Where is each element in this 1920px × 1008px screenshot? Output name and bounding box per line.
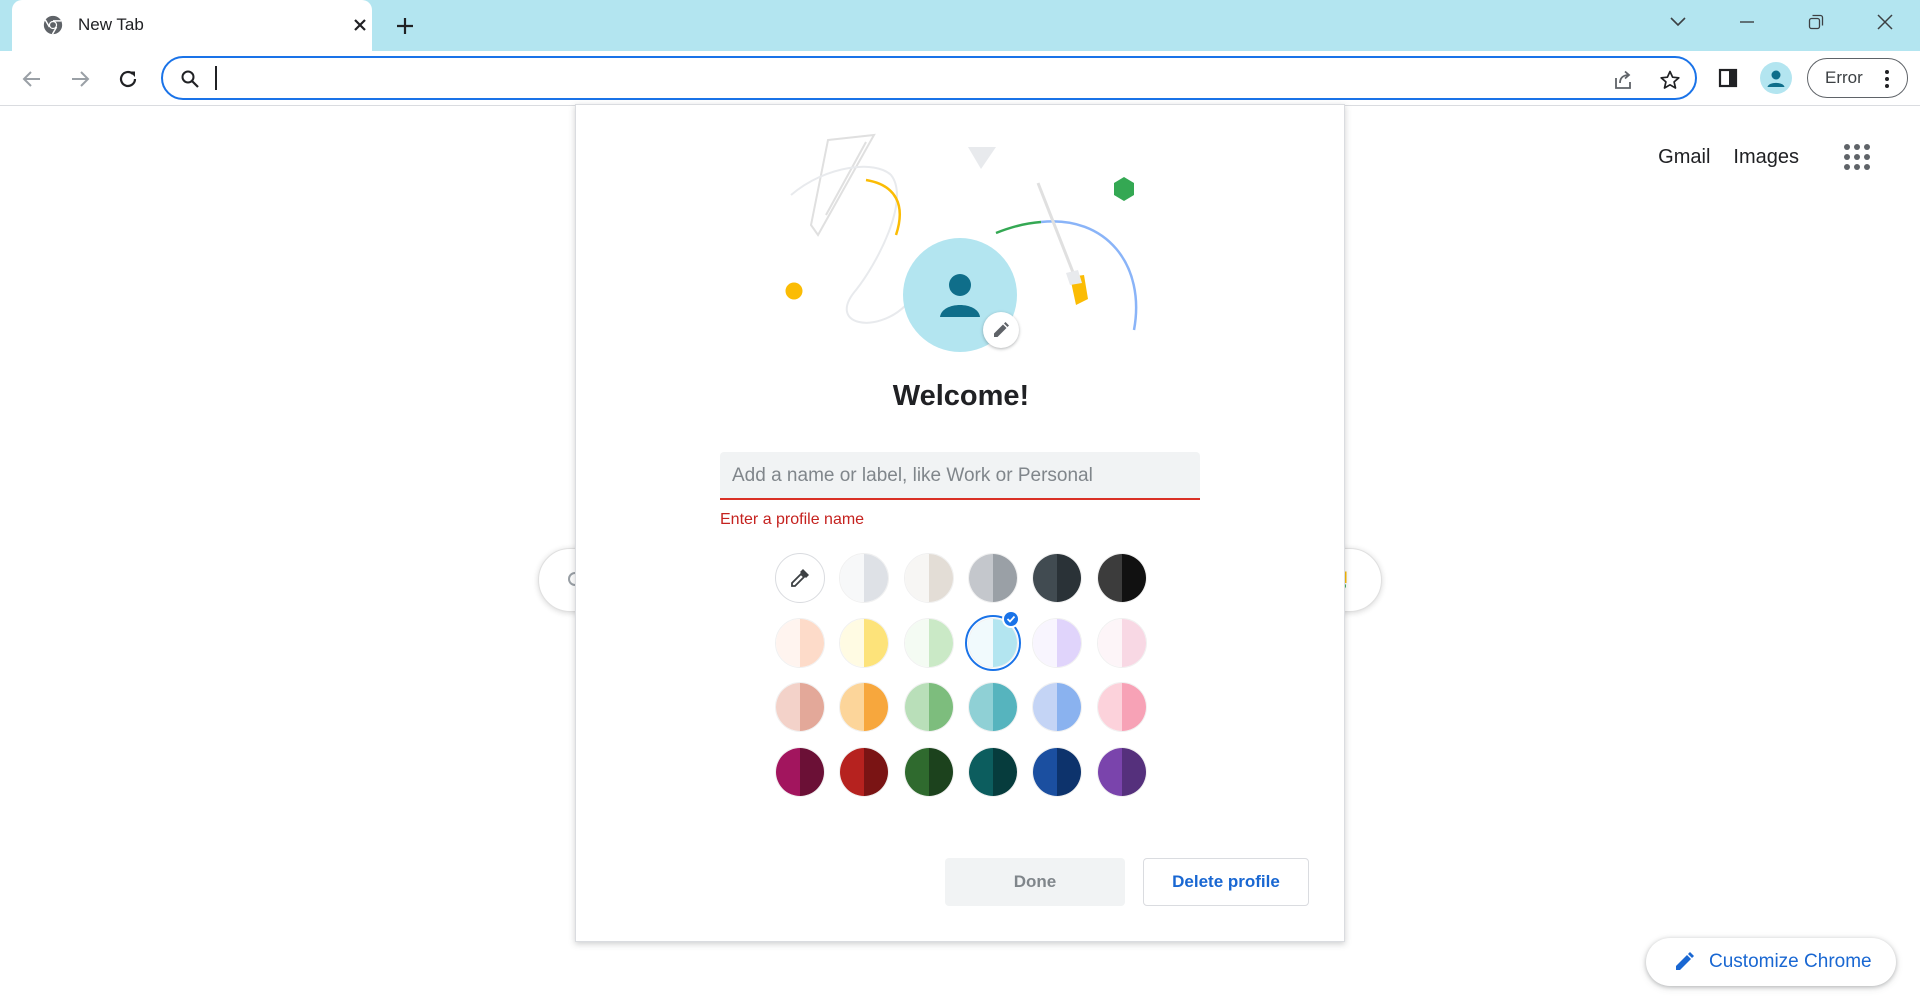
- tab-new-tab[interactable]: New Tab: [12, 0, 372, 51]
- search-icon: [181, 70, 199, 88]
- tab-strip: New Tab: [0, 0, 1920, 51]
- yellow-dot: [785, 282, 803, 300]
- plus-icon[interactable]: [390, 11, 420, 41]
- edit-avatar-button[interactable]: [983, 312, 1019, 348]
- close-icon[interactable]: [348, 13, 372, 37]
- toolbar: Error: [0, 51, 1920, 106]
- text-cursor: [215, 66, 217, 90]
- done-button[interactable]: Done: [945, 858, 1125, 906]
- blue-arc: [1040, 220, 1138, 331]
- browser-window: New Tab Error Gmail Images Customize Chr…: [0, 0, 1920, 1008]
- pencil-icon: [1676, 952, 1694, 970]
- color-swatch-r2c4[interactable]: [1032, 682, 1082, 732]
- delete-profile-button[interactable]: Delete profile: [1143, 858, 1309, 906]
- gmail-link[interactable]: Gmail: [1658, 146, 1710, 169]
- color-swatch-r2c0[interactable]: [775, 682, 825, 732]
- apps-grid-icon[interactable]: [1842, 142, 1872, 172]
- profile-name-field[interactable]: [720, 452, 1200, 500]
- ntp-header-links: Gmail Images: [1658, 142, 1872, 172]
- profile-customization-dialog: Welcome! Enter a profile name Done Delet…: [575, 104, 1345, 942]
- color-swatch-r1c1[interactable]: [839, 618, 889, 668]
- color-swatch-r2c1[interactable]: [839, 682, 889, 732]
- color-swatch-r3c5[interactable]: [1097, 747, 1147, 797]
- brush-illustration: [1036, 182, 1088, 305]
- chrome-icon: [43, 15, 63, 35]
- color-swatch-r3c1[interactable]: [839, 747, 889, 797]
- triangle-shape: [968, 147, 996, 169]
- green-hexagon: [1114, 177, 1134, 201]
- customize-chrome-label: Customize Chrome: [1709, 951, 1872, 972]
- pencil-illustration: [809, 133, 876, 237]
- pencil-icon: [994, 322, 1009, 337]
- name-error-message: Enter a profile name: [720, 511, 865, 528]
- color-swatch-r1c5[interactable]: [1097, 618, 1147, 668]
- profile-error-chip[interactable]: Error: [1807, 58, 1908, 98]
- color-swatch-r1c2[interactable]: [904, 618, 954, 668]
- forward-icon[interactable]: [64, 63, 96, 95]
- omnibox[interactable]: [161, 56, 1697, 100]
- customize-chrome-button[interactable]: Customize Chrome: [1646, 938, 1896, 986]
- color-swatch-r3c0[interactable]: [775, 747, 825, 797]
- reload-icon[interactable]: [112, 63, 144, 95]
- avatar[interactable]: [1760, 62, 1792, 94]
- color-swatch-r2c5[interactable]: [1097, 682, 1147, 732]
- eyedropper-icon: [791, 569, 809, 587]
- color-swatch-r3c2[interactable]: [904, 747, 954, 797]
- tab-search-icon[interactable]: [1660, 6, 1696, 38]
- profile-chip-label: Error: [1825, 68, 1863, 87]
- color-swatch-r2c3[interactable]: [968, 682, 1018, 732]
- side-panel-icon[interactable]: [1712, 62, 1744, 94]
- tab-title: New Tab: [78, 15, 144, 34]
- bookmark-star-icon[interactable]: [1657, 67, 1683, 93]
- color-swatch-r0c3[interactable]: [968, 553, 1018, 603]
- images-link[interactable]: Images: [1733, 146, 1799, 169]
- restore-icon[interactable]: [1798, 6, 1834, 38]
- color-swatch-r3c3[interactable]: [968, 747, 1018, 797]
- color-swatch-r0c2[interactable]: [904, 553, 954, 603]
- minimize-icon[interactable]: [1729, 6, 1765, 38]
- profile-name-input[interactable]: [732, 462, 1187, 490]
- dialog-title: Welcome!: [892, 380, 1030, 412]
- color-swatch-r1c4[interactable]: [1032, 618, 1082, 668]
- color-swatch-r3c4[interactable]: [1032, 747, 1082, 797]
- green-arc: [995, 220, 1042, 235]
- welcome-illustration: [785, 133, 1138, 352]
- color-swatch-grid: [775, 553, 1151, 823]
- omnibox-input[interactable]: [213, 64, 1533, 92]
- color-swatch-r2c2[interactable]: [904, 682, 954, 732]
- scribble-yellow: [865, 178, 901, 236]
- custom-color-picker-button[interactable]: [775, 553, 825, 603]
- close-icon[interactable]: [1867, 6, 1903, 38]
- more-vert-icon[interactable]: [1877, 67, 1897, 91]
- color-swatch-r0c4[interactable]: [1032, 553, 1082, 603]
- color-swatch-r0c1[interactable]: [839, 553, 889, 603]
- share-icon[interactable]: [1610, 67, 1636, 93]
- color-swatch-r0c5[interactable]: [1097, 553, 1147, 603]
- check-icon: [1002, 610, 1020, 628]
- color-swatch-r1c0[interactable]: [775, 618, 825, 668]
- back-icon[interactable]: [16, 63, 48, 95]
